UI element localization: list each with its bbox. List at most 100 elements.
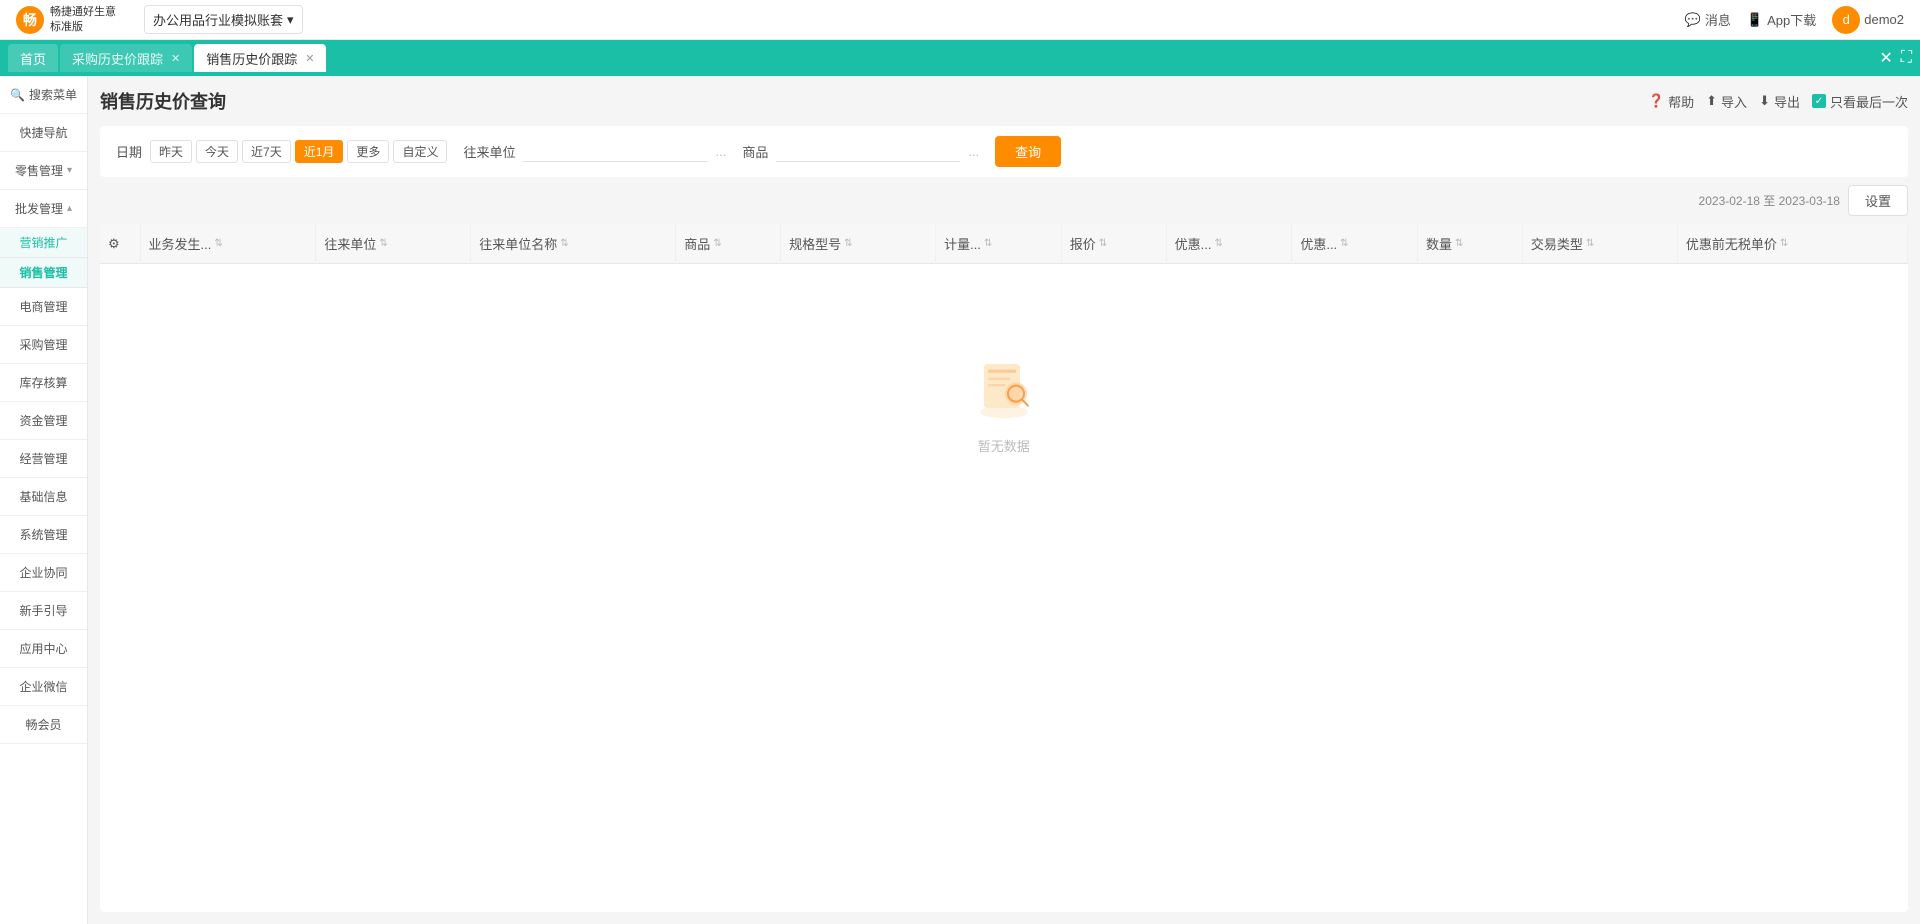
sort-icon: ⇅ bbox=[1586, 238, 1594, 249]
data-table-container: ⚙ 业务发生... ⇅ 往来单位 ⇅ bbox=[100, 224, 1908, 912]
help-btn[interactable]: ❓ 帮助 bbox=[1648, 92, 1694, 111]
avatar: d bbox=[1832, 6, 1860, 34]
sidebar-item-guide[interactable]: 新手引导 bbox=[0, 592, 87, 630]
logo-text: 畅捷通好生意 标准版 bbox=[50, 5, 116, 34]
chevron-down-icon: ▾ bbox=[287, 12, 294, 28]
th-quote[interactable]: 报价 ⇅ bbox=[1061, 224, 1166, 264]
sidebar-item-marketing[interactable]: 营销推广 bbox=[0, 228, 87, 258]
product-filter-group: 商品 ... bbox=[742, 142, 979, 162]
th-unit[interactable]: 计量... ⇅ bbox=[936, 224, 1062, 264]
sort-icon: ⇅ bbox=[1780, 238, 1788, 249]
app-icon: 📱 bbox=[1747, 12, 1763, 28]
chevron-down-icon: ▾ bbox=[67, 165, 72, 176]
empty-state-row: 暂无数据 bbox=[100, 264, 1908, 536]
sidebar-item-purchase[interactable]: 采购管理 bbox=[0, 326, 87, 364]
sidebar-item-vip[interactable]: 畅会员 bbox=[0, 706, 87, 744]
settings-button[interactable]: 设置 bbox=[1848, 185, 1908, 216]
sidebar-item-operations[interactable]: 经营管理 bbox=[0, 440, 87, 478]
sort-icon: ⇅ bbox=[1214, 238, 1222, 249]
th-settings[interactable]: ⚙ bbox=[100, 224, 140, 264]
th-trade-type[interactable]: 交易类型 ⇅ bbox=[1522, 224, 1677, 264]
maximize-btn[interactable]: ⛶ bbox=[1901, 49, 1912, 67]
sidebar-item-enterprise[interactable]: 企业协同 bbox=[0, 554, 87, 592]
top-header: 畅 畅捷通好生意 标准版 办公用品行业模拟账套 ▾ 💬 消息 📱 App下载 d… bbox=[0, 0, 1920, 40]
logo-icon: 畅 bbox=[16, 6, 44, 34]
date-btn-yesterday[interactable]: 昨天 bbox=[150, 140, 192, 163]
th-spec[interactable]: 规格型号 ⇅ bbox=[781, 224, 936, 264]
sidebar-item-wechat[interactable]: 企业微信 bbox=[0, 668, 87, 706]
date-buttons: 昨天 今天 近7天 近1月 更多 自定义 bbox=[150, 140, 447, 163]
th-discount1[interactable]: 优惠... ⇅ bbox=[1166, 224, 1292, 264]
sidebar: 🔍 搜索菜单 快捷导航 零售管理 ▾ 批发管理 ▴ 营销推广 销售管理 电商管理… bbox=[0, 76, 88, 924]
date-btn-1month[interactable]: 近1月 bbox=[295, 140, 344, 163]
th-discount2[interactable]: 优惠... ⇅ bbox=[1292, 224, 1418, 264]
sidebar-item-system[interactable]: 系统管理 bbox=[0, 516, 87, 554]
sidebar-item-basic-info[interactable]: 基础信息 bbox=[0, 478, 87, 516]
partner-input[interactable] bbox=[523, 142, 707, 162]
sidebar-item-sales-mgmt[interactable]: 销售管理 bbox=[0, 258, 87, 288]
tab-bar-actions: ✕ ⛶ bbox=[1879, 48, 1912, 68]
tab-home[interactable]: 首页 bbox=[8, 44, 58, 72]
partner-label: 往来单位 bbox=[463, 142, 515, 161]
page-header: 销售历史价查询 ❓ 帮助 ⬆ 导入 ⬇ 导出 ✓ 只看最后一次 bbox=[100, 88, 1908, 114]
settings-row: 2023-02-18 至 2023-03-18 设置 bbox=[100, 185, 1908, 216]
sidebar-item-appstore[interactable]: 应用中心 bbox=[0, 630, 87, 668]
tab-close-purchase[interactable]: ✕ bbox=[171, 52, 180, 65]
sort-icon: ⇅ bbox=[560, 238, 568, 249]
th-biz-date[interactable]: 业务发生... ⇅ bbox=[140, 224, 316, 264]
app-download-btn[interactable]: 📱 App下载 bbox=[1747, 10, 1816, 29]
partner-dots: ... bbox=[715, 144, 726, 159]
user-profile-btn[interactable]: d demo2 bbox=[1832, 6, 1904, 34]
checkbox-icon: ✓ bbox=[1812, 94, 1826, 108]
th-quantity[interactable]: 数量 ⇅ bbox=[1418, 224, 1523, 264]
product-input[interactable] bbox=[776, 142, 960, 162]
th-partner-name[interactable]: 往来单位名称 ⇅ bbox=[471, 224, 676, 264]
th-partner-id[interactable]: 往来单位 ⇅ bbox=[316, 224, 471, 264]
sidebar-item-quick-nav[interactable]: 快捷导航 bbox=[0, 114, 87, 152]
date-btn-7days[interactable]: 近7天 bbox=[242, 140, 291, 163]
logo-area: 畅 畅捷通好生意 标准版 bbox=[16, 5, 116, 34]
date-btn-more[interactable]: 更多 bbox=[347, 140, 389, 163]
sidebar-item-search[interactable]: 🔍 搜索菜单 bbox=[0, 76, 87, 114]
tab-sales-history[interactable]: 销售历史价跟踪 ✕ bbox=[194, 44, 326, 72]
import-icon: ⬆ bbox=[1706, 93, 1717, 109]
sort-icon: ⇅ bbox=[844, 238, 852, 249]
message-icon: 💬 bbox=[1685, 12, 1701, 28]
close-all-tabs-btn[interactable]: ✕ bbox=[1879, 48, 1892, 68]
filter-row: 日期 昨天 今天 近7天 近1月 更多 自定义 往来单位 ... 商品 ... bbox=[100, 126, 1908, 177]
header-right: 💬 消息 📱 App下载 d demo2 bbox=[1685, 6, 1904, 34]
sidebar-item-retail[interactable]: 零售管理 ▾ bbox=[0, 152, 87, 190]
date-btn-today[interactable]: 今天 bbox=[196, 140, 238, 163]
th-pre-tax-price[interactable]: 优惠前无税单价 ⇅ bbox=[1677, 224, 1907, 264]
sidebar-item-ecommerce[interactable]: 电商管理 bbox=[0, 288, 87, 326]
content-area: 销售历史价查询 ❓ 帮助 ⬆ 导入 ⬇ 导出 ✓ 只看最后一次 bbox=[88, 76, 1920, 924]
partner-filter-group: 往来单位 ... bbox=[463, 142, 726, 162]
date-btn-custom[interactable]: 自定义 bbox=[393, 140, 447, 163]
tab-close-sales[interactable]: ✕ bbox=[305, 52, 314, 65]
main-layout: 🔍 搜索菜单 快捷导航 零售管理 ▾ 批发管理 ▴ 营销推广 销售管理 电商管理… bbox=[0, 76, 1920, 924]
header-left: 畅 畅捷通好生意 标准版 办公用品行业模拟账套 ▾ bbox=[16, 5, 303, 34]
data-table: ⚙ 业务发生... ⇅ 往来单位 ⇅ bbox=[100, 224, 1908, 535]
sort-icon: ⇅ bbox=[713, 238, 721, 249]
empty-state-icon bbox=[964, 344, 1044, 424]
empty-state-cell: 暂无数据 bbox=[100, 264, 1908, 536]
message-btn[interactable]: 💬 消息 bbox=[1685, 10, 1731, 29]
tab-purchase-history[interactable]: 采购历史价跟踪 ✕ bbox=[60, 44, 192, 72]
export-icon: ⬇ bbox=[1759, 93, 1770, 109]
date-filter-group: 日期 昨天 今天 近7天 近1月 更多 自定义 bbox=[116, 140, 447, 163]
query-button[interactable]: 查询 bbox=[995, 136, 1061, 167]
last-only-checkbox[interactable]: ✓ 只看最后一次 bbox=[1812, 92, 1908, 111]
account-selector[interactable]: 办公用品行业模拟账套 ▾ bbox=[144, 5, 303, 34]
page-actions: ❓ 帮助 ⬆ 导入 ⬇ 导出 ✓ 只看最后一次 bbox=[1648, 92, 1908, 111]
page-title: 销售历史价查询 bbox=[100, 88, 226, 114]
sidebar-item-wholesale[interactable]: 批发管理 ▴ bbox=[0, 190, 87, 228]
sort-icon: ⇅ bbox=[379, 238, 387, 249]
import-btn[interactable]: ⬆ 导入 bbox=[1706, 92, 1747, 111]
sidebar-item-finance[interactable]: 资金管理 bbox=[0, 402, 87, 440]
sidebar-item-inventory[interactable]: 库存核算 bbox=[0, 364, 87, 402]
th-product[interactable]: 商品 ⇅ bbox=[676, 224, 781, 264]
tab-bar: 首页 采购历史价跟踪 ✕ 销售历史价跟踪 ✕ ✕ ⛶ bbox=[0, 40, 1920, 76]
export-btn[interactable]: ⬇ 导出 bbox=[1759, 92, 1800, 111]
empty-state: 暂无数据 bbox=[100, 264, 1908, 535]
chevron-up-icon: ▴ bbox=[67, 203, 72, 214]
